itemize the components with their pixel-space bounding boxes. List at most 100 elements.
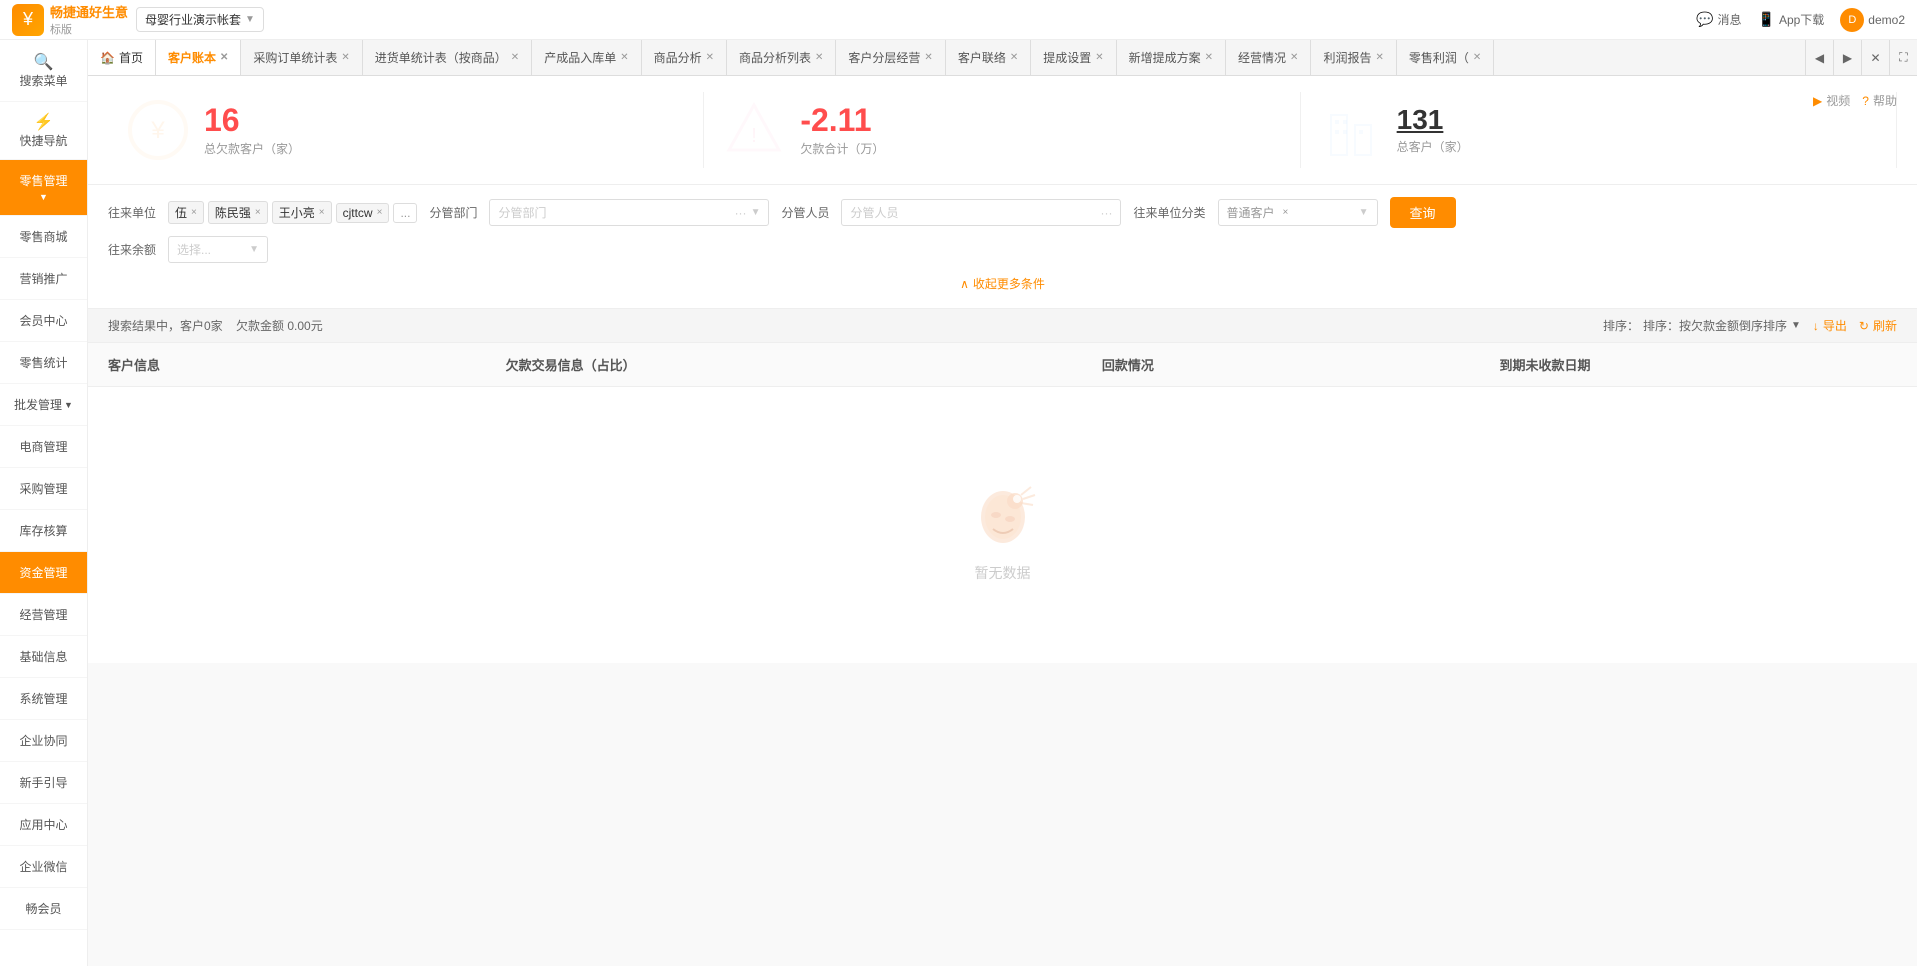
tab-nav-close-all[interactable]: ✕ bbox=[1861, 40, 1889, 76]
stat-number-customers: 16 bbox=[204, 104, 300, 136]
filter-tag-wang-close[interactable]: × bbox=[319, 207, 325, 218]
org-selector[interactable]: 母婴行业演示帐套 ▼ bbox=[136, 7, 264, 32]
tab-nav-left[interactable]: ◀ bbox=[1805, 40, 1833, 76]
tab-product-analysis-close[interactable]: ✕ bbox=[706, 53, 714, 63]
query-btn[interactable]: 查询 bbox=[1390, 197, 1456, 228]
tab-retail-profit-label: 零售利润（ bbox=[1409, 49, 1469, 66]
sidebar-item-ops-mgmt[interactable]: 经营管理 bbox=[0, 594, 87, 636]
sort-chevron: ▼ bbox=[1791, 320, 1801, 331]
home-icon: 🏠 bbox=[100, 51, 115, 65]
user-avatar-btn[interactable]: D demo2 bbox=[1840, 8, 1905, 32]
refresh-btn[interactable]: ↻ 刷新 bbox=[1859, 317, 1897, 334]
tab-promotion-settings-close[interactable]: ✕ bbox=[1095, 53, 1103, 63]
sidebar-item-wholesale-mgmt[interactable]: 批发管理 ▼ bbox=[0, 384, 87, 426]
tab-product-analysis[interactable]: 商品分析 ✕ bbox=[642, 40, 727, 76]
video-help-btn[interactable]: ▶ 视频 bbox=[1813, 92, 1850, 109]
sidebar-item-purchase-mgmt[interactable]: 采购管理 bbox=[0, 468, 87, 510]
export-icon: ↓ bbox=[1813, 319, 1819, 333]
tab-customer-contact-close[interactable]: ✕ bbox=[1010, 53, 1018, 63]
filter-tag-wu-close[interactable]: × bbox=[191, 207, 197, 218]
tab-home[interactable]: 🏠 首页 bbox=[88, 40, 156, 76]
sort-selector[interactable]: 排序： 排序：按欠款金额倒序排序 ▼ bbox=[1603, 317, 1801, 334]
tab-purchase-order-stats-close[interactable]: ✕ bbox=[341, 53, 349, 63]
tab-inbound-stats-close[interactable]: ✕ bbox=[511, 53, 519, 63]
stat-label-debt: 欠款合计（万） bbox=[800, 140, 884, 157]
tab-purchase-order-stats[interactable]: 采购订单统计表 ✕ bbox=[241, 40, 362, 76]
stat-label-total-customers: 总客户（家） bbox=[1397, 138, 1469, 155]
tab-product-inbound-close[interactable]: ✕ bbox=[620, 53, 628, 63]
col-header-date: 到期未收款日期 bbox=[1499, 355, 1897, 374]
sidebar: 🔍 搜索菜单 ⚡ 快捷导航 零售管理 ▼ 零售商城 营销推广 会员中心 零售统计… bbox=[0, 40, 88, 966]
tab-promotion-settings[interactable]: 提成设置 ✕ bbox=[1031, 40, 1116, 76]
filter-more-btn[interactable]: ... bbox=[393, 203, 417, 223]
sidebar-item-basic-info[interactable]: 基础信息 bbox=[0, 636, 87, 678]
tab-product-inbound[interactable]: 产成品入库单 ✕ bbox=[532, 40, 641, 76]
help-btn[interactable]: ? 帮助 bbox=[1862, 92, 1897, 109]
sidebar-item-retail-stats[interactable]: 零售统计 bbox=[0, 342, 87, 384]
sidebar-item-vip[interactable]: 畅会员 bbox=[0, 888, 87, 930]
message-btn[interactable]: 💬 消息 bbox=[1696, 11, 1741, 28]
tab-product-analysis-list[interactable]: 商品分析列表 ✕ bbox=[727, 40, 836, 76]
sidebar-item-inventory[interactable]: 库存核算 bbox=[0, 510, 87, 552]
sort-label: 排序： bbox=[1603, 317, 1639, 334]
sidebar-item-app-center[interactable]: 应用中心 bbox=[0, 804, 87, 846]
app-download-label: App下载 bbox=[1779, 11, 1824, 28]
filter-tag-chen-close[interactable]: × bbox=[255, 207, 261, 218]
export-btn[interactable]: ↓ 导出 bbox=[1813, 317, 1847, 334]
tab-ops-status-close[interactable]: ✕ bbox=[1290, 53, 1298, 63]
message-icon: 💬 bbox=[1696, 11, 1713, 28]
sidebar-search-menu[interactable]: 🔍 搜索菜单 bbox=[0, 40, 87, 102]
dept-select[interactable]: 分管部门 ··· ▼ bbox=[489, 199, 769, 226]
sidebar-quick-nav[interactable]: ⚡ 快捷导航 bbox=[0, 102, 87, 160]
top-bar-left: ¥ 畅捷通好生意 标版 母婴行业演示帐套 ▼ bbox=[12, 2, 264, 37]
sidebar-item-finance-mgmt[interactable]: 资金管理 bbox=[0, 552, 87, 594]
tab-new-promotion[interactable]: 新增提成方案 ✕ bbox=[1117, 40, 1226, 76]
tab-nav-expand[interactable]: ⛶ bbox=[1889, 40, 1917, 76]
tab-ops-status[interactable]: 经营情况 ✕ bbox=[1226, 40, 1311, 76]
collapse-up-icon: ∧ bbox=[960, 277, 969, 291]
tab-profit-report-label: 利润报告 bbox=[1323, 49, 1371, 66]
stat-help-area: ▶ 视频 ? 帮助 bbox=[1813, 92, 1897, 109]
sidebar-item-retail-mall[interactable]: 零售商城 bbox=[0, 216, 87, 258]
tab-nav-right[interactable]: ▶ bbox=[1833, 40, 1861, 76]
tab-profit-report[interactable]: 利润报告 ✕ bbox=[1311, 40, 1396, 76]
tab-retail-profit-close[interactable]: ✕ bbox=[1473, 53, 1481, 63]
results-actions: 排序： 排序：按欠款金额倒序排序 ▼ ↓ 导出 ↻ 刷新 bbox=[1603, 317, 1897, 334]
tab-retail-profit[interactable]: 零售利润（ ✕ bbox=[1397, 40, 1494, 76]
unit-type-select[interactable]: 普通客户 × ▼ bbox=[1218, 199, 1378, 226]
tab-customer-segment-close[interactable]: ✕ bbox=[924, 53, 932, 63]
refresh-icon: ↻ bbox=[1859, 319, 1869, 333]
filter-tag-wang: 王小亮 × bbox=[272, 201, 332, 224]
sidebar-item-sys-mgmt[interactable]: 系统管理 bbox=[0, 678, 87, 720]
table-header: 客户信息 欠款交易信息（占比） 回款情况 到期未收款日期 bbox=[88, 343, 1917, 387]
filter-tags-unit: 伍 × 陈民强 × 王小亮 × cjttcw × bbox=[168, 201, 417, 224]
user-name: demo2 bbox=[1868, 13, 1905, 27]
tab-new-promotion-close[interactable]: ✕ bbox=[1205, 53, 1213, 63]
tab-customer-segment[interactable]: 客户分层经营 ✕ bbox=[836, 40, 945, 76]
tab-product-analysis-list-close[interactable]: ✕ bbox=[815, 53, 823, 63]
balance-select[interactable]: 选择... ▼ bbox=[168, 236, 268, 263]
logo-icon: ¥ bbox=[12, 4, 44, 36]
tab-inbound-stats[interactable]: 进货单统计表（按商品） ✕ bbox=[363, 40, 532, 76]
tab-profit-report-close[interactable]: ✕ bbox=[1375, 53, 1383, 63]
tab-customer-contact[interactable]: 客户联络 ✕ bbox=[946, 40, 1031, 76]
tab-customer-book-close[interactable]: ✕ bbox=[220, 53, 228, 63]
sidebar-item-enterprise-wx[interactable]: 企业微信 bbox=[0, 846, 87, 888]
unit-type-clear[interactable]: × bbox=[1283, 207, 1289, 218]
sidebar-item-new-guide[interactable]: 新手引导 bbox=[0, 762, 87, 804]
sidebar-item-retail-mgmt[interactable]: 零售管理 ▼ bbox=[0, 160, 87, 216]
sidebar-item-marketing[interactable]: 营销推广 bbox=[0, 258, 87, 300]
tab-new-promotion-label: 新增提成方案 bbox=[1129, 49, 1201, 66]
unit-filter-label: 往来单位 bbox=[108, 204, 156, 221]
balance-filter-label: 往来余额 bbox=[108, 241, 156, 258]
filter-tag-cjttcw-close[interactable]: × bbox=[377, 207, 383, 218]
app-download-btn[interactable]: 📱 App下载 bbox=[1758, 11, 1825, 28]
tab-promotion-settings-label: 提成设置 bbox=[1043, 49, 1091, 66]
sidebar-item-enterprise-coop[interactable]: 企业协同 bbox=[0, 720, 87, 762]
collapse-btn[interactable]: ∧ 收起更多条件 bbox=[960, 275, 1045, 292]
sidebar-item-member-center[interactable]: 会员中心 bbox=[0, 300, 87, 342]
person-select[interactable]: 分管人员 ··· bbox=[841, 199, 1121, 226]
tab-customer-book[interactable]: 客户账本 ✕ bbox=[156, 40, 241, 76]
filter-row-2: 往来余额 选择... ▼ bbox=[108, 236, 1897, 263]
sidebar-item-ecommerce[interactable]: 电商管理 bbox=[0, 426, 87, 468]
